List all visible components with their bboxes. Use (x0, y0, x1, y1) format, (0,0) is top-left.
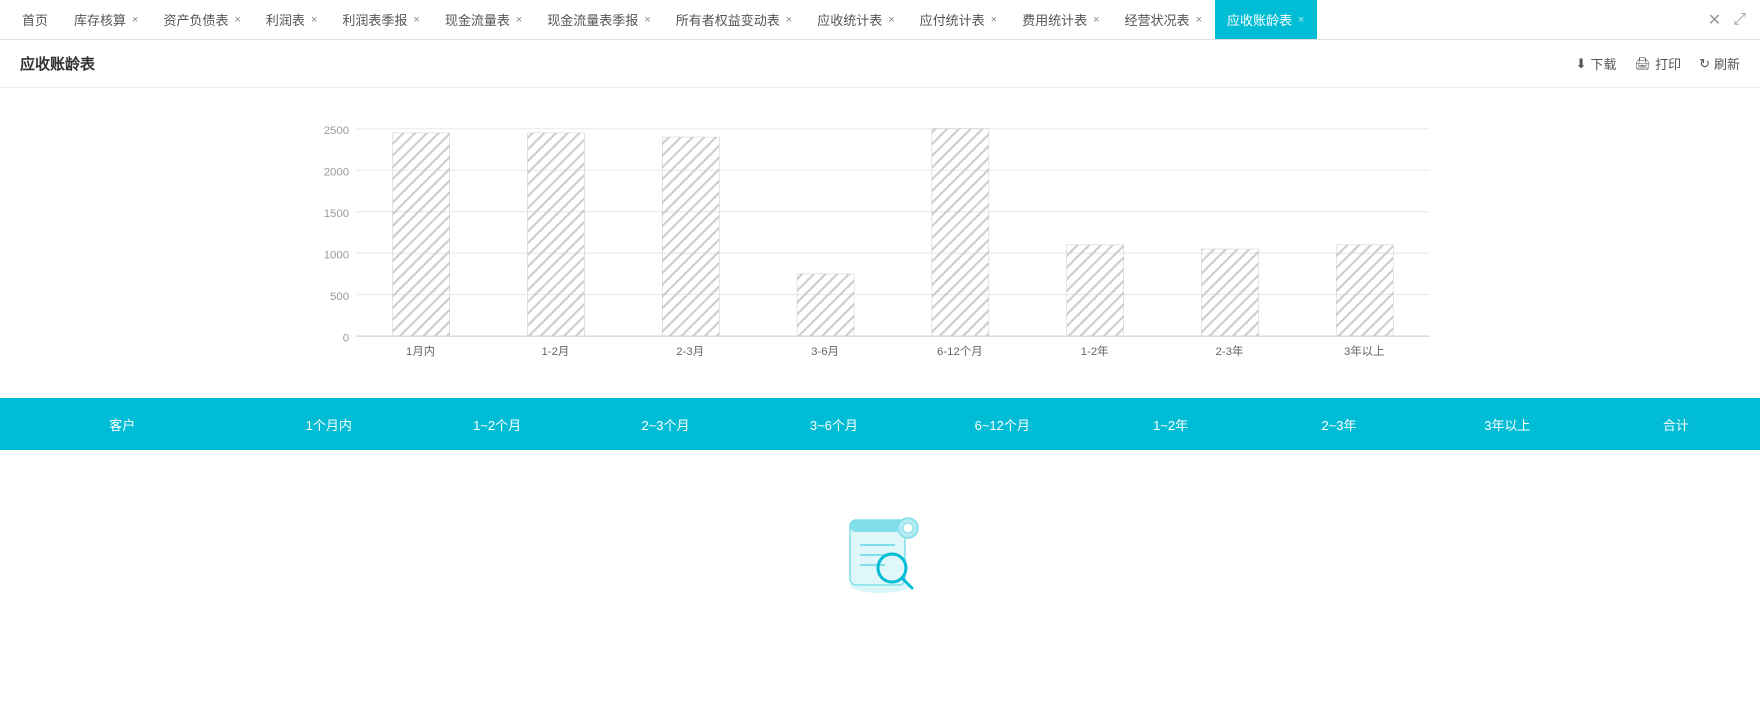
svg-text:2500: 2500 (324, 125, 349, 137)
bar-2-3month (662, 137, 719, 336)
tab-expense-stat[interactable]: 费用统计表 × (1010, 0, 1112, 40)
svg-text:0: 0 (343, 332, 349, 344)
svg-text:2-3年: 2-3年 (1216, 344, 1244, 358)
window-close-button[interactable]: ✕ (1708, 10, 1721, 30)
table-header-1month: 1个月内 (245, 415, 413, 434)
tab-cashflow-quarterly[interactable]: 现金流量表季报 × (535, 0, 663, 40)
main-content: 0 500 1000 1500 2000 2500 (0, 88, 1760, 720)
tab-ap-stat-close[interactable]: × (991, 14, 997, 26)
table-header-3plus-year: 3年以上 (1423, 415, 1591, 434)
table-header: 客户 1个月内 1~2个月 2~3个月 3~6个月 6~12个月 1~2年 2~… (0, 398, 1760, 450)
empty-state (0, 450, 1760, 720)
svg-text:1000: 1000 (324, 249, 349, 261)
bar-1month (393, 133, 450, 336)
table-header-1-2year: 1~2年 (1086, 415, 1254, 434)
tab-equity[interactable]: 所有者权益变动表 × (664, 0, 805, 40)
tab-cashflow-quarterly-close[interactable]: × (644, 14, 650, 26)
print-icon: 🖨 (1635, 56, 1652, 72)
table-header-2-3year: 2~3年 (1255, 415, 1423, 434)
bar-3plus-year (1336, 245, 1393, 336)
chart-area: 0 500 1000 1500 2000 2500 (0, 88, 1760, 398)
svg-text:500: 500 (330, 291, 349, 303)
svg-text:3-6月: 3-6月 (811, 346, 839, 358)
svg-text:1500: 1500 (324, 208, 349, 220)
tab-operations[interactable]: 经营状况表 × (1113, 0, 1215, 40)
page-title: 应收账龄表 (20, 53, 95, 74)
tab-ar-stat-close[interactable]: × (888, 14, 894, 26)
window-maximize-button[interactable]: ⤢ (1733, 11, 1746, 29)
svg-text:1-2月: 1-2月 (541, 346, 569, 358)
bar-1-2year (1067, 245, 1124, 336)
print-button[interactable]: 🖨 打印 (1635, 54, 1682, 73)
svg-text:6-12个月: 6-12个月 (937, 345, 983, 358)
tab-bar: 首页 库存核算 × 资产负债表 × 利润表 × 利润表季报 × 现金流量表 × … (0, 0, 1760, 40)
refresh-icon: ↻ (1699, 56, 1710, 72)
tab-balance[interactable]: 资产负债表 × (151, 0, 253, 40)
tab-equity-close[interactable]: × (786, 14, 792, 26)
tab-ap-stat[interactable]: 应付统计表 × (908, 0, 1010, 40)
tab-balance-close[interactable]: × (234, 14, 240, 26)
bar-6-12month (932, 129, 989, 336)
svg-text:2-3月: 2-3月 (676, 346, 704, 358)
tab-profit[interactable]: 利润表 × (254, 0, 330, 40)
tab-profit-close[interactable]: × (311, 14, 317, 26)
table-header-1-2month: 1~2个月 (413, 415, 581, 434)
download-icon: ⬇ (1576, 56, 1587, 72)
svg-text:1-2年: 1-2年 (1081, 344, 1109, 358)
tab-inventory[interactable]: 库存核算 × (62, 0, 151, 40)
bar-1-2month (527, 133, 584, 336)
table-header-6-12month: 6~12个月 (918, 415, 1086, 434)
download-button[interactable]: ⬇ 下载 (1576, 54, 1617, 73)
header-actions: ⬇ 下载 🖨 打印 ↻ 刷新 (1576, 54, 1740, 73)
tab-ar-aging[interactable]: 应收账龄表 × (1215, 0, 1317, 40)
tab-profit-quarterly-close[interactable]: × (413, 14, 419, 26)
tab-cashflow[interactable]: 现金流量表 × (433, 0, 535, 40)
table-header-client: 客户 (0, 415, 245, 434)
page-header: 应收账龄表 ⬇ 下载 🖨 打印 ↻ 刷新 (0, 40, 1760, 88)
tab-inventory-close[interactable]: × (132, 14, 138, 26)
tab-cashflow-close[interactable]: × (516, 14, 522, 26)
bar-3-6month (797, 274, 854, 336)
window-controls: ✕ ⤢ (1708, 10, 1752, 30)
svg-text:3年以上: 3年以上 (1344, 344, 1385, 358)
table-header-3-6month: 3~6个月 (750, 415, 918, 434)
svg-text:2000: 2000 (324, 166, 349, 178)
svg-text:1月内: 1月内 (406, 344, 435, 358)
tab-ar-aging-close[interactable]: × (1298, 14, 1304, 26)
bar-chart: 0 500 1000 1500 2000 2500 (30, 108, 1730, 388)
tab-operations-close[interactable]: × (1196, 14, 1202, 26)
tab-home[interactable]: 首页 (8, 10, 62, 29)
tab-ar-stat[interactable]: 应收统计表 × (805, 0, 907, 40)
tab-expense-stat-close[interactable]: × (1093, 14, 1099, 26)
bar-2-3year (1201, 249, 1258, 336)
tab-profit-quarterly[interactable]: 利润表季报 × (330, 0, 432, 40)
refresh-button[interactable]: ↻ 刷新 (1699, 54, 1740, 73)
table-header-2-3month: 2~3个月 (581, 415, 749, 434)
empty-illustration (820, 490, 940, 610)
chart-container: 0 500 1000 1500 2000 2500 (30, 108, 1730, 388)
table-header-total: 合计 (1592, 415, 1760, 434)
